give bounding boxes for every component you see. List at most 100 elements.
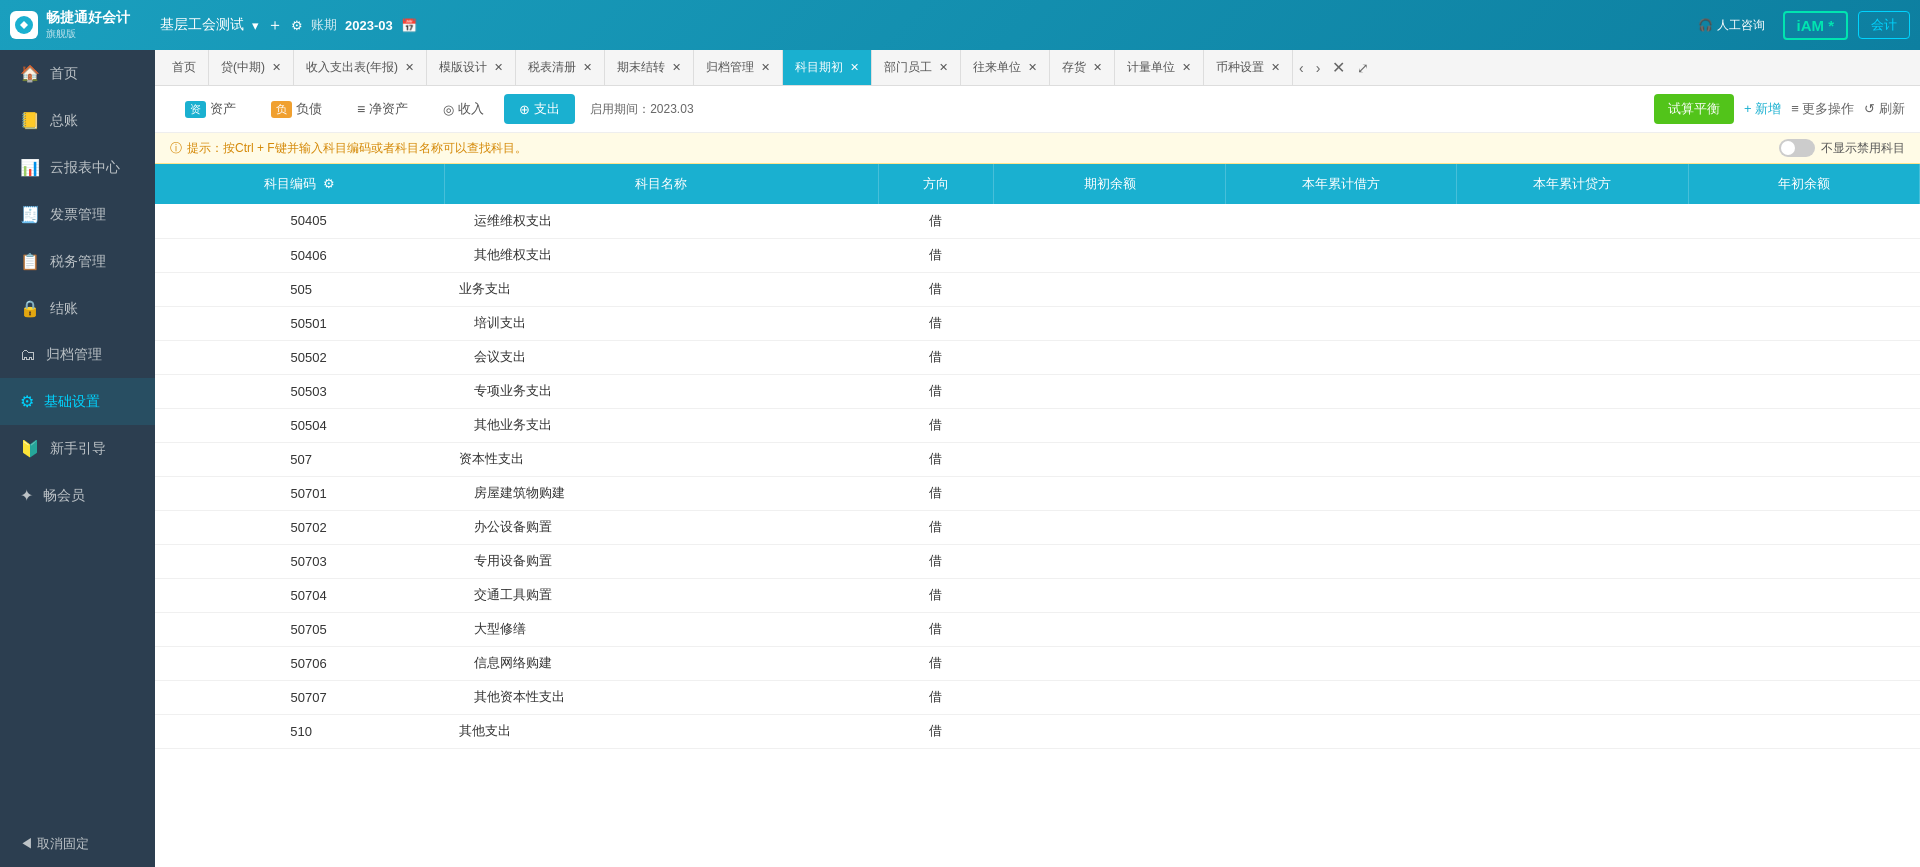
sidebar-item-ledger[interactable]: 📒 总账	[0, 97, 155, 144]
tab-bs-mid[interactable]: 贷(中期) ✕	[209, 50, 294, 86]
tab-income-report[interactable]: 收入支出表(年报) ✕	[294, 50, 427, 86]
cell-code: 50704	[155, 578, 444, 612]
filter-equity[interactable]: ≡ 净资产	[342, 94, 423, 124]
dropdown-icon[interactable]: ▾	[252, 18, 259, 33]
cell-ytd-credit	[1457, 238, 1688, 272]
tab-close-subject-init[interactable]: ✕	[850, 61, 859, 74]
cell-ytd-credit	[1457, 476, 1688, 510]
tab-close-inventory[interactable]: ✕	[1093, 61, 1102, 74]
tab-close-department[interactable]: ✕	[939, 61, 948, 74]
tab-close-template[interactable]: ✕	[494, 61, 503, 74]
customer-service-btn[interactable]: 🎧 人工咨询	[1690, 13, 1773, 38]
home-icon: 🏠	[20, 64, 40, 83]
main-layout: 🏠 首页 📒 总账 📊 云报表中心 🧾 发票管理 📋 税务管理 🔒 结账 🗂 归…	[0, 50, 1920, 867]
sidebar-item-invoice[interactable]: 🧾 发票管理	[0, 191, 155, 238]
table-row[interactable]: 50503 专项业务支出 借	[155, 374, 1920, 408]
tab-department[interactable]: 部门员工 ✕	[872, 50, 961, 86]
table-row[interactable]: 50703 专用设备购置 借	[155, 544, 1920, 578]
sidebar-item-report[interactable]: 📊 云报表中心	[0, 144, 155, 191]
tab-next-btn[interactable]: ›	[1310, 60, 1327, 76]
table-row[interactable]: 510 其他支出 借	[155, 714, 1920, 748]
table-row[interactable]: 50504 其他业务支出 借	[155, 408, 1920, 442]
tab-home[interactable]: 首页	[160, 50, 209, 86]
tab-template[interactable]: 模版设计 ✕	[427, 50, 516, 86]
settings-icon[interactable]: ⚙	[291, 18, 303, 33]
tab-prev-btn[interactable]: ‹	[1293, 60, 1310, 76]
filter-liability[interactable]: 负 负债	[256, 94, 337, 124]
cell-year-balance	[1688, 374, 1919, 408]
tab-currency[interactable]: 币种设置 ✕	[1204, 50, 1293, 86]
table-row[interactable]: 507 资本性支出 借	[155, 442, 1920, 476]
cell-ytd-credit	[1457, 340, 1688, 374]
filter-asset[interactable]: 资 资产	[170, 94, 251, 124]
cell-ytd-debit	[1225, 714, 1456, 748]
report-icon: 📊	[20, 158, 40, 177]
add-company-btn[interactable]: ＋	[267, 15, 283, 36]
column-settings-icon[interactable]: ⚙	[323, 176, 335, 191]
tab-close-period-end[interactable]: ✕	[672, 61, 681, 74]
table-row[interactable]: 50502 会议支出 借	[155, 340, 1920, 374]
add-btn[interactable]: + 新增	[1744, 100, 1781, 118]
tab-close-currency[interactable]: ✕	[1271, 61, 1280, 74]
sidebar-item-settings[interactable]: ⚙ 基础设置	[0, 378, 155, 425]
tab-partner[interactable]: 往来单位 ✕	[961, 50, 1050, 86]
sidebar-item-close[interactable]: 🔒 结账	[0, 285, 155, 332]
cell-dir: 借	[878, 646, 994, 680]
tab-close-tax-clear[interactable]: ✕	[583, 61, 592, 74]
header-right: 🎧 人工咨询 iAM * 会计	[1690, 11, 1911, 40]
balance-btn[interactable]: 试算平衡	[1654, 94, 1734, 124]
cell-ytd-credit	[1457, 306, 1688, 340]
disabled-toggle[interactable]	[1779, 139, 1815, 157]
table-row[interactable]: 505 业务支出 借	[155, 272, 1920, 306]
sidebar-item-archive[interactable]: 🗂 归档管理	[0, 332, 155, 378]
calendar-icon[interactable]: 📅	[401, 18, 417, 33]
iam-badge[interactable]: iAM *	[1783, 11, 1849, 40]
tab-inventory[interactable]: 存货 ✕	[1050, 50, 1115, 86]
tab-period-end[interactable]: 期末结转 ✕	[605, 50, 694, 86]
tab-archive[interactable]: 归档管理 ✕	[694, 50, 783, 86]
tab-close-partner[interactable]: ✕	[1028, 61, 1037, 74]
cell-name: 专用设备购置	[444, 544, 878, 578]
cell-year-balance	[1688, 306, 1919, 340]
income-icon: ◎	[443, 102, 454, 117]
cell-year-balance	[1688, 408, 1919, 442]
refresh-btn[interactable]: ↺ 刷新	[1864, 100, 1905, 118]
filter-income[interactable]: ◎ 收入	[428, 94, 499, 124]
archive-icon: 🗂	[20, 346, 36, 364]
tab-close-all-btn[interactable]: ✕	[1326, 58, 1351, 77]
company-name[interactable]: 基层工会测试	[160, 16, 244, 34]
table-row[interactable]: 50501 培训支出 借	[155, 306, 1920, 340]
tab-tax-clear[interactable]: 税表清册 ✕	[516, 50, 605, 86]
asset-badge: 资	[185, 101, 206, 118]
tab-expand-btn[interactable]: ⤢	[1351, 60, 1375, 76]
account-btn[interactable]: 会计	[1858, 11, 1910, 39]
table-row[interactable]: 50701 房屋建筑物购建 借	[155, 476, 1920, 510]
col-header-ytd-credit: 本年累计贷方	[1457, 164, 1688, 204]
sidebar-item-home[interactable]: 🏠 首页	[0, 50, 155, 97]
tab-unit[interactable]: 计量单位 ✕	[1115, 50, 1204, 86]
cell-ytd-debit	[1225, 374, 1456, 408]
filter-expense[interactable]: ⊕ 支出	[504, 94, 575, 124]
table-row[interactable]: 50705 大型修缮 借	[155, 612, 1920, 646]
cell-dir: 借	[878, 442, 994, 476]
tab-close-unit[interactable]: ✕	[1182, 61, 1191, 74]
table-row[interactable]: 50706 信息网络购建 借	[155, 646, 1920, 680]
table-row[interactable]: 50406 其他维权支出 借	[155, 238, 1920, 272]
collapse-sidebar-btn[interactable]: ◀ 取消固定	[0, 821, 155, 867]
sidebar-item-tax[interactable]: 📋 税务管理	[0, 238, 155, 285]
tab-close-archive[interactable]: ✕	[761, 61, 770, 74]
more-btn[interactable]: ≡ 更多操作	[1791, 100, 1854, 118]
table-row[interactable]: 50707 其他资本性支出 借	[155, 680, 1920, 714]
tab-close-bs-mid[interactable]: ✕	[272, 61, 281, 74]
cell-name: 运维维权支出	[444, 204, 878, 238]
cell-ytd-debit	[1225, 612, 1456, 646]
tab-subject-init[interactable]: 科目期初 ✕	[783, 50, 872, 86]
table-row[interactable]: 50704 交通工具购置 借	[155, 578, 1920, 612]
sidebar-item-member[interactable]: ✦ 畅会员	[0, 472, 155, 519]
tab-close-income-report[interactable]: ✕	[405, 61, 414, 74]
table-row[interactable]: 50405 运维维权支出 借	[155, 204, 1920, 238]
sidebar-item-guide[interactable]: 🔰 新手引导	[0, 425, 155, 472]
member-icon: ✦	[20, 486, 33, 505]
cell-ytd-debit	[1225, 476, 1456, 510]
table-row[interactable]: 50702 办公设备购置 借	[155, 510, 1920, 544]
